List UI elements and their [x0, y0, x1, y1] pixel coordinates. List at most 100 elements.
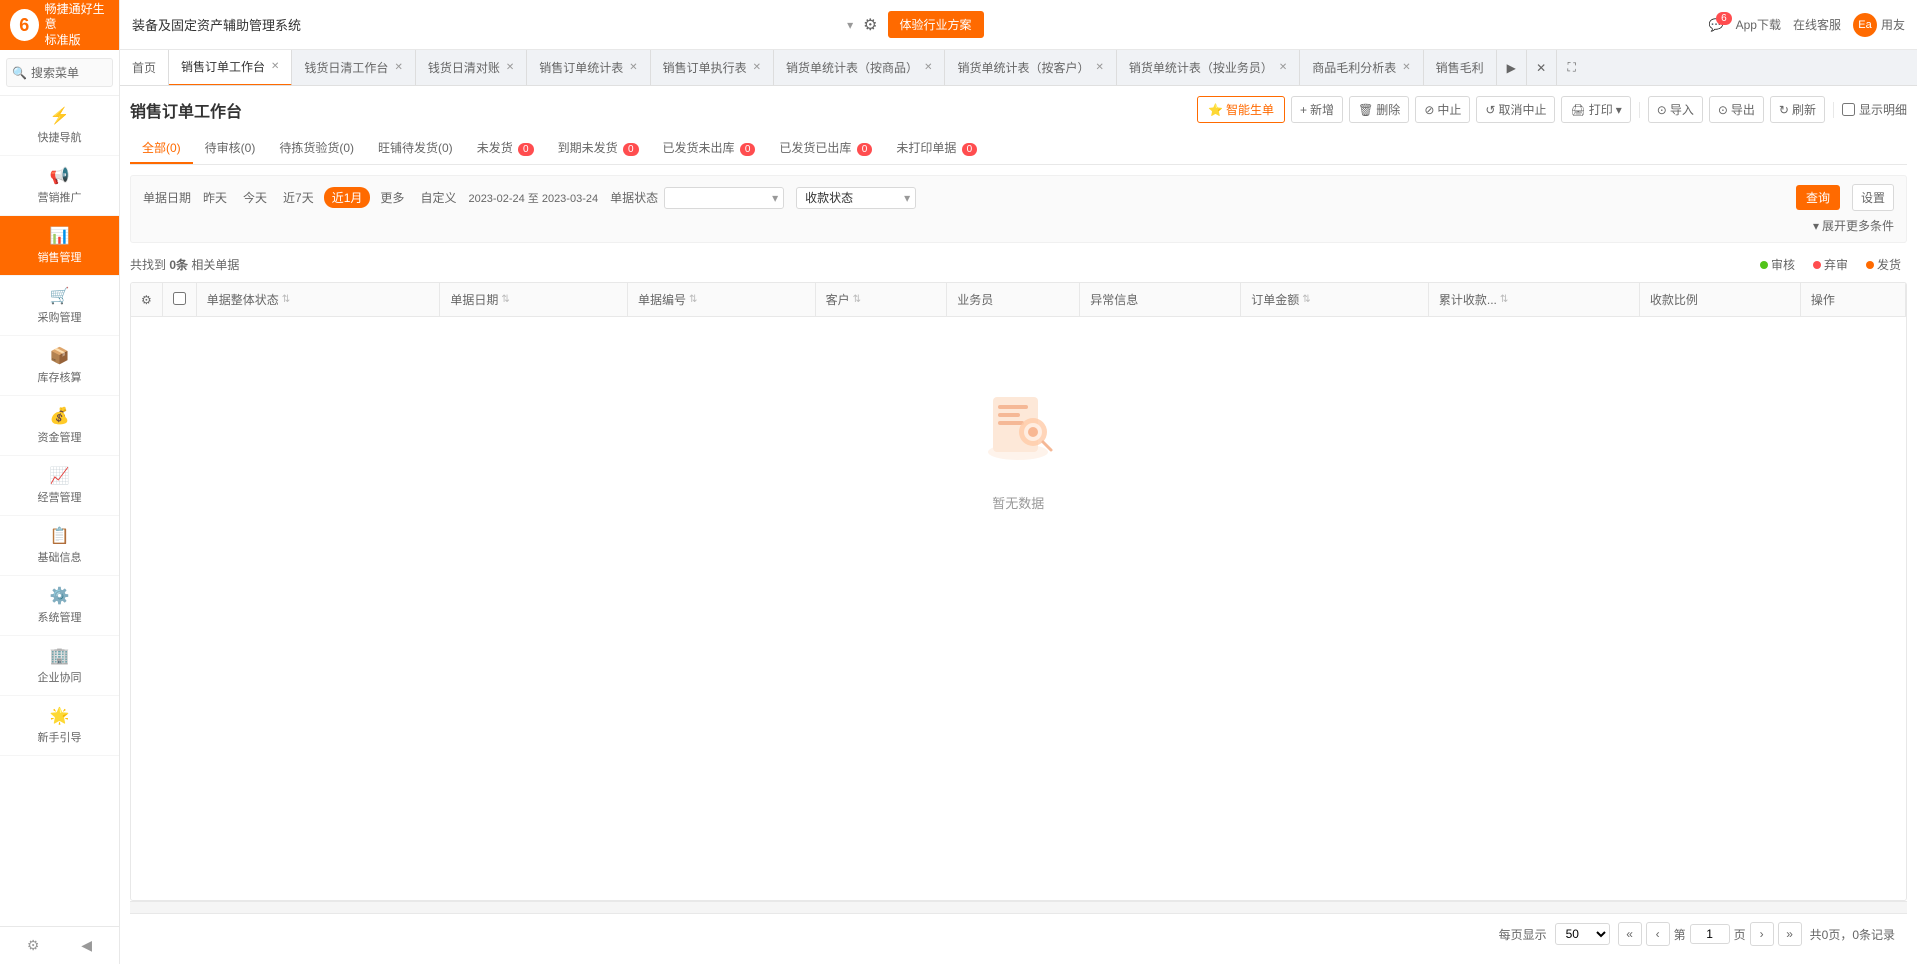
sub-tab-shipped-out[interactable]: 已发货已出库 0: [767, 133, 884, 164]
tab-sales-order-workbench[interactable]: 销售订单工作台 ✕: [169, 50, 292, 86]
th-status-sort[interactable]: 单据整体状态 ⇅: [207, 291, 430, 308]
th-settings[interactable]: ⚙: [131, 283, 162, 317]
tab-sales-order-exec[interactable]: 销售订单执行表 ✕: [651, 50, 774, 86]
date-opt-custom[interactable]: 自定义: [414, 187, 462, 208]
stop-button[interactable]: ⊘ 中止: [1415, 96, 1470, 123]
horizontal-scrollbar[interactable]: [130, 901, 1907, 913]
th-customer-sort[interactable]: 客户 ⇅: [826, 291, 937, 308]
delete-button[interactable]: 🗑 删除: [1349, 96, 1409, 123]
date-opt-7days[interactable]: 近7天: [277, 187, 320, 208]
next-page-button[interactable]: ›: [1750, 922, 1774, 946]
sidebar-item-enterprise[interactable]: 🏢 企业协同: [0, 636, 119, 696]
page-input[interactable]: [1690, 924, 1730, 944]
cancel-review-quick-btn[interactable]: 弃审: [1807, 253, 1854, 276]
sub-tab-pending-inspect[interactable]: 待拣货验货(0): [267, 133, 366, 164]
sidebar-item-inventory[interactable]: 📦 库存核算: [0, 336, 119, 396]
show-detail-input[interactable]: [1842, 103, 1855, 116]
sidebar-item-operations[interactable]: 📈 经营管理: [0, 456, 119, 516]
status-select[interactable]: [664, 187, 784, 209]
prev-page-button[interactable]: ‹: [1646, 922, 1670, 946]
tab-cash-reconcile[interactable]: 钱货日清对账 ✕: [416, 50, 527, 86]
sidebar-item-system-mgmt[interactable]: ⚙️ 系统管理: [0, 576, 119, 636]
date-opt-more[interactable]: 更多: [374, 187, 410, 208]
date-opt-1month[interactable]: 近1月: [324, 187, 371, 208]
th-number-sort[interactable]: 单据编号 ⇅: [638, 291, 805, 308]
tab-close-icon[interactable]: ✕: [1095, 62, 1103, 73]
app-download-link[interactable]: App下载: [1736, 16, 1781, 33]
industry-btn[interactable]: 体验行业方案: [888, 11, 984, 38]
payment-status-select[interactable]: 收款状态: [796, 187, 916, 209]
tab-close-icon[interactable]: ✕: [629, 62, 637, 73]
date-opt-today[interactable]: 今天: [237, 187, 273, 208]
sub-tab-all[interactable]: 全部(0): [130, 133, 193, 164]
settings-icon[interactable]: ⚙: [27, 937, 40, 954]
tab-close-icon[interactable]: ✕: [1402, 62, 1410, 73]
select-all-checkbox[interactable]: [173, 292, 186, 305]
tab-close-icon[interactable]: ✕: [394, 62, 402, 73]
ship-quick-btn[interactable]: 发货: [1860, 253, 1907, 276]
sub-tab-pending-review[interactable]: 待审核(0): [193, 133, 268, 164]
cancel-review-dot-icon: [1813, 261, 1821, 269]
sub-tab-not-printed[interactable]: 未打印单据 0: [884, 133, 989, 164]
online-service-link[interactable]: 在线客服: [1793, 16, 1841, 33]
sidebar-item-sales-mgmt[interactable]: 📊 销售管理: [0, 216, 119, 276]
th-staff: 业务员: [947, 283, 1080, 317]
tab-more-button[interactable]: ▶: [1497, 50, 1527, 86]
expand-icon[interactable]: ▾: [847, 18, 853, 32]
tab-close-icon[interactable]: ✕: [506, 62, 514, 73]
th-date-sort[interactable]: 单据日期 ⇅: [450, 291, 617, 308]
refresh-button[interactable]: ↻ 刷新: [1770, 96, 1825, 123]
sidebar-item-new-guide[interactable]: 🌟 新手引导: [0, 696, 119, 756]
first-page-button[interactable]: «: [1618, 922, 1642, 946]
tab-sales-order-stats[interactable]: 销售订单统计表 ✕: [527, 50, 650, 86]
sub-tab-expired-not-shipped[interactable]: 到期未发货 0: [546, 133, 651, 164]
export-button[interactable]: ⊙ 导出: [1709, 96, 1764, 123]
collapse-icon[interactable]: ◀: [81, 937, 92, 954]
tab-close-icon[interactable]: ✕: [271, 61, 279, 72]
expand-filter-button[interactable]: ▾ 展开更多条件: [1813, 217, 1894, 234]
sidebar-item-basic-info[interactable]: 📋 基础信息: [0, 516, 119, 576]
search-menu-button[interactable]: 🔍 搜索菜单: [6, 58, 113, 87]
last-page-button[interactable]: »: [1778, 922, 1802, 946]
query-button[interactable]: 查询: [1796, 185, 1840, 210]
tab-minimize-button[interactable]: ✕: [1527, 50, 1557, 86]
sub-tab-wangpu[interactable]: 旺铺待发货(0): [366, 133, 465, 164]
th-check[interactable]: [162, 283, 196, 317]
tab-fullscreen-button[interactable]: ⛶: [1557, 50, 1587, 86]
message-icon[interactable]: 💬 6: [1709, 18, 1724, 32]
print-dropdown-icon[interactable]: ▾: [1616, 103, 1622, 117]
ship-dot-icon: [1866, 261, 1874, 269]
tab-close-icon[interactable]: ✕: [924, 62, 932, 73]
finance-icon: 💰: [50, 406, 70, 426]
new-button[interactable]: + 新增: [1291, 96, 1343, 123]
tab-close-icon[interactable]: ✕: [1279, 62, 1287, 73]
sub-tab-shipped-not-out[interactable]: 已发货未出库 0: [651, 133, 768, 164]
sidebar-item-purchase-mgmt[interactable]: 🛒 采购管理: [0, 276, 119, 336]
show-detail-checkbox[interactable]: 显示明细: [1842, 101, 1907, 118]
tab-home[interactable]: 首页: [120, 50, 169, 86]
th-amount-sort[interactable]: 订单金额 ⇅: [1251, 291, 1418, 308]
tab-sales-profit[interactable]: 销售毛利: [1424, 50, 1497, 86]
tab-sales-stats-customer[interactable]: 销货单统计表（按客户） ✕: [945, 50, 1116, 86]
tab-close-icon[interactable]: ✕: [753, 62, 761, 73]
sub-tab-not-shipped[interactable]: 未发货 0: [465, 133, 546, 164]
sort-icon-amount: ⇅: [1302, 294, 1310, 305]
settings-icon[interactable]: ⚙: [863, 15, 877, 35]
date-opt-yesterday[interactable]: 昨天: [197, 187, 233, 208]
cancel-stop-button[interactable]: ↺ 取消中止: [1476, 96, 1555, 123]
tab-cash-daily[interactable]: 钱货日清工作台 ✕: [292, 50, 415, 86]
page-size-select[interactable]: 50 10 20 100: [1555, 923, 1610, 945]
tab-product-margin[interactable]: 商品毛利分析表 ✕: [1300, 50, 1423, 86]
sidebar-item-finance[interactable]: 💰 资金管理: [0, 396, 119, 456]
import-button[interactable]: ⊙ 导入: [1648, 96, 1703, 123]
sidebar-item-quick-nav[interactable]: ⚡ 快捷导航: [0, 96, 119, 156]
tab-sales-stats-staff[interactable]: 销货单统计表（按业务员） ✕: [1117, 50, 1300, 86]
print-button[interactable]: 🖨 打印 ▾: [1561, 96, 1630, 123]
settings-query-button[interactable]: 设置: [1852, 184, 1894, 211]
review-quick-btn[interactable]: 审核: [1754, 253, 1801, 276]
smart-create-button[interactable]: ⭐ 智能生单: [1197, 96, 1285, 123]
th-collected-sort[interactable]: 累计收款... ⇅: [1439, 291, 1629, 308]
empty-text: 暂无数据: [992, 493, 1044, 512]
sidebar-item-sales-promo[interactable]: 📢 营销推广: [0, 156, 119, 216]
tab-sales-stats-product[interactable]: 销货单统计表（按商品） ✕: [774, 50, 945, 86]
